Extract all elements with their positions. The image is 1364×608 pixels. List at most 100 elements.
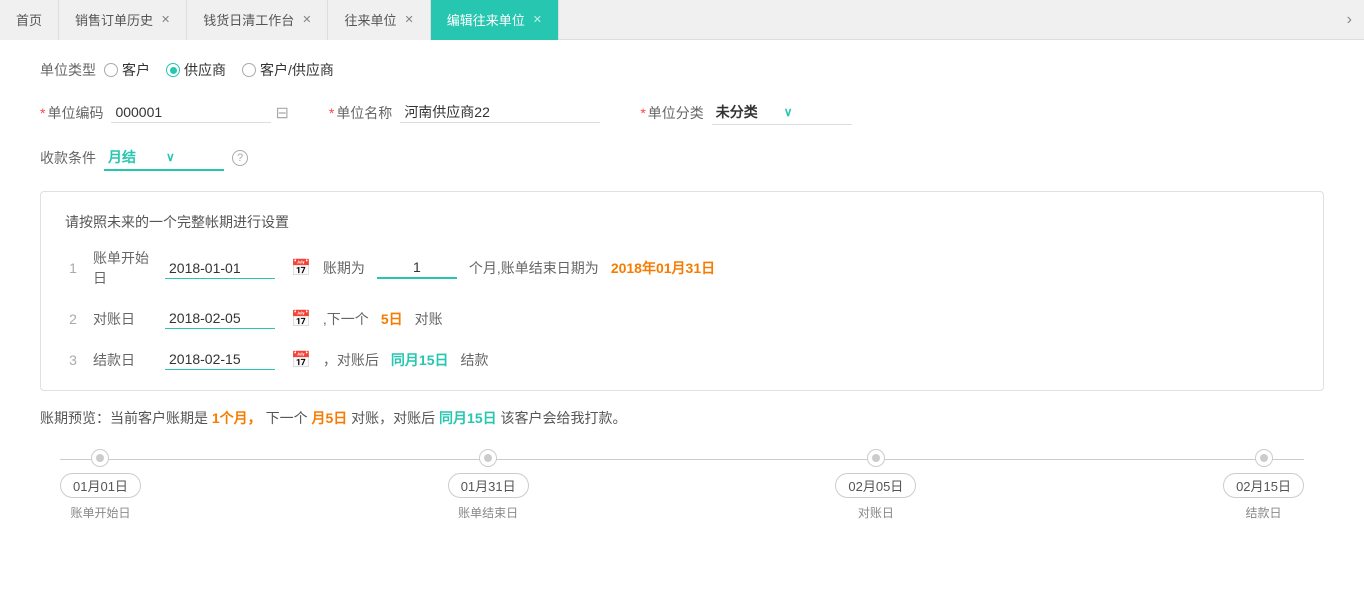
radio-group-unit-type: 客户 供应商 客户/供应商	[104, 60, 334, 80]
payment-condition-select[interactable]: 月结 ∨	[104, 145, 224, 171]
unit-classify-group: * 单位分类 未分类 ∨	[640, 100, 851, 125]
timeline-label-1: 账单结束日	[458, 504, 518, 521]
timeline-label-0: 账单开始日	[70, 504, 130, 521]
preview-highlight1: 1个月，	[212, 410, 262, 426]
radio-supplier-label: 供应商	[184, 60, 226, 80]
radio-customer-supplier-circle	[242, 63, 256, 77]
period-num-1: 1	[65, 260, 81, 276]
period-desc-1a: 账期为	[323, 258, 365, 278]
tab-sales-history[interactable]: 销售订单历史 ✕	[59, 0, 187, 40]
timeline-point-2: 02月05日 对账日	[835, 449, 916, 521]
timeline-dot-2	[867, 449, 885, 467]
unit-type-row: 单位类型 客户 供应商 客户/供应商	[40, 60, 1324, 80]
period-date-1[interactable]	[165, 258, 275, 279]
payment-condition-value: 月结	[108, 147, 162, 167]
unit-code-icon[interactable]: ⊟	[275, 103, 288, 123]
period-end-date-highlight: 2018年01月31日	[611, 258, 715, 278]
period-label-2: 对账日	[93, 309, 153, 329]
payment-help-icon[interactable]: ?	[232, 150, 248, 166]
tab-edit-partner-label: 编辑往来单位	[447, 10, 525, 29]
period-day-3-highlight: 同月15日	[391, 350, 449, 370]
payment-condition-label: 收款条件	[40, 148, 96, 168]
unit-code-input[interactable]	[111, 102, 271, 123]
classify-chevron-icon: ∨	[784, 105, 848, 119]
period-date-2[interactable]	[165, 308, 275, 329]
radio-customer-supplier[interactable]: 客户/供应商	[242, 60, 334, 80]
radio-customer-label: 客户	[122, 60, 150, 80]
calendar-icon-3[interactable]: 📅	[291, 350, 311, 370]
unit-name-group: * 单位名称	[329, 102, 600, 123]
unit-name-required: *	[329, 105, 334, 121]
timeline-date-3: 02月15日	[1223, 473, 1304, 498]
timeline-point-0: 01月01日 账单开始日	[60, 449, 141, 521]
tab-partners-close[interactable]: ✕	[405, 13, 414, 26]
period-desc-2b: 对账	[415, 309, 443, 329]
tab-sales-history-close[interactable]: ✕	[161, 13, 170, 26]
period-label-3: 结款日	[93, 350, 153, 370]
tab-partners[interactable]: 往来单位 ✕	[328, 0, 430, 40]
page-content: 单位类型 客户 供应商 客户/供应商 * 单位编码 ⊟ * 单位名称	[0, 40, 1364, 608]
timeline-point-3: 02月15日 结款日	[1223, 449, 1304, 521]
radio-customer[interactable]: 客户	[104, 60, 150, 80]
tab-home-label: 首页	[16, 10, 42, 29]
timeline-label-3: 结款日	[1246, 504, 1282, 521]
tab-partners-label: 往来单位	[344, 10, 396, 29]
tab-cashier-label: 钱货日清工作台	[203, 10, 294, 29]
timeline: 01月01日 账单开始日 01月31日 账单结束日 02月05日 对账日	[40, 449, 1324, 521]
period-row-1: 1 账单开始日 📅 账期为 个月,账单结束日期为 2018年01月31日	[65, 248, 1299, 288]
timeline-label-2: 对账日	[858, 504, 894, 521]
unit-classify-select[interactable]: 未分类 ∨	[712, 100, 852, 125]
timeline-dot-inner-1	[484, 454, 492, 462]
period-date-3[interactable]	[165, 349, 275, 370]
radio-supplier[interactable]: 供应商	[166, 60, 226, 80]
tab-home[interactable]: 首页	[0, 0, 59, 40]
unit-classify-required: *	[640, 105, 645, 121]
timeline-point-1: 01月31日 账单结束日	[448, 449, 529, 521]
radio-supplier-circle	[166, 63, 180, 77]
tab-edit-partner-close[interactable]: ✕	[533, 13, 542, 26]
timeline-dot-inner-2	[872, 454, 880, 462]
period-desc-3b: 结款	[461, 350, 489, 370]
timeline-dot-3	[1255, 449, 1273, 467]
period-setting-box: 请按照未来的一个完整帐期进行设置 1 账单开始日 📅 账期为 个月,账单结束日期…	[40, 191, 1324, 391]
preview-highlight2: 月5日	[311, 410, 347, 426]
timeline-points: 01月01日 账单开始日 01月31日 账单结束日 02月05日 对账日	[60, 449, 1304, 521]
unit-classify-label: 单位分类	[648, 103, 704, 123]
calendar-icon-1[interactable]: 📅	[291, 258, 311, 278]
unit-code-required: *	[40, 105, 45, 121]
unit-code-group: * 单位编码 ⊟	[40, 102, 289, 123]
tab-bar: 首页 销售订单历史 ✕ 钱货日清工作台 ✕ 往来单位 ✕ 编辑往来单位 ✕ ›	[0, 0, 1364, 40]
period-box-title: 请按照未来的一个完整帐期进行设置	[65, 212, 1299, 232]
period-desc-1b: 个月,账单结束日期为	[469, 258, 599, 278]
tab-more-button[interactable]: ›	[1335, 0, 1364, 40]
preview-middle1: 下一个	[266, 410, 308, 426]
timeline-date-1: 01月31日	[448, 473, 529, 498]
period-desc-3a: ，对账后	[323, 350, 379, 370]
payment-chevron-icon: ∨	[166, 150, 220, 164]
tab-cashier[interactable]: 钱货日清工作台 ✕	[187, 0, 328, 40]
period-day-2-highlight: 5日	[381, 309, 403, 329]
preview-text: 账期预览：当前客户账期是 1个月， 下一个 月5日 对账，对账后 同月15日 该…	[40, 407, 1324, 429]
preview-suffix: 该客户会给我打款。	[501, 410, 627, 426]
period-desc-2a: ,下一个	[323, 309, 369, 329]
tab-edit-partner[interactable]: 编辑往来单位 ✕	[431, 0, 559, 40]
unit-classify-value: 未分类	[716, 102, 780, 122]
period-num-3: 3	[65, 352, 81, 368]
preview-highlight3: 同月15日	[439, 410, 497, 426]
tab-cashier-close[interactable]: ✕	[302, 13, 311, 26]
calendar-icon-2[interactable]: 📅	[291, 309, 311, 329]
period-row-3: 3 结款日 📅 ，对账后 同月15日 结款	[65, 349, 1299, 370]
radio-customer-circle	[104, 63, 118, 77]
unit-code-label: 单位编码	[47, 103, 103, 123]
unit-details-row: * 单位编码 ⊟ * 单位名称 * 单位分类 未分类 ∨	[40, 100, 1324, 125]
radio-customer-supplier-label: 客户/供应商	[260, 60, 334, 80]
preview-middle2: 对账，对账后	[351, 410, 435, 426]
unit-name-input[interactable]	[400, 102, 600, 123]
timeline-dot-1	[479, 449, 497, 467]
period-row-2: 2 对账日 📅 ,下一个 5日 对账	[65, 308, 1299, 329]
unit-name-label: 单位名称	[336, 103, 392, 123]
period-month-input[interactable]	[377, 257, 457, 279]
timeline-dot-0	[91, 449, 109, 467]
timeline-dot-inner-0	[96, 454, 104, 462]
tab-sales-history-label: 销售订单历史	[75, 10, 153, 29]
